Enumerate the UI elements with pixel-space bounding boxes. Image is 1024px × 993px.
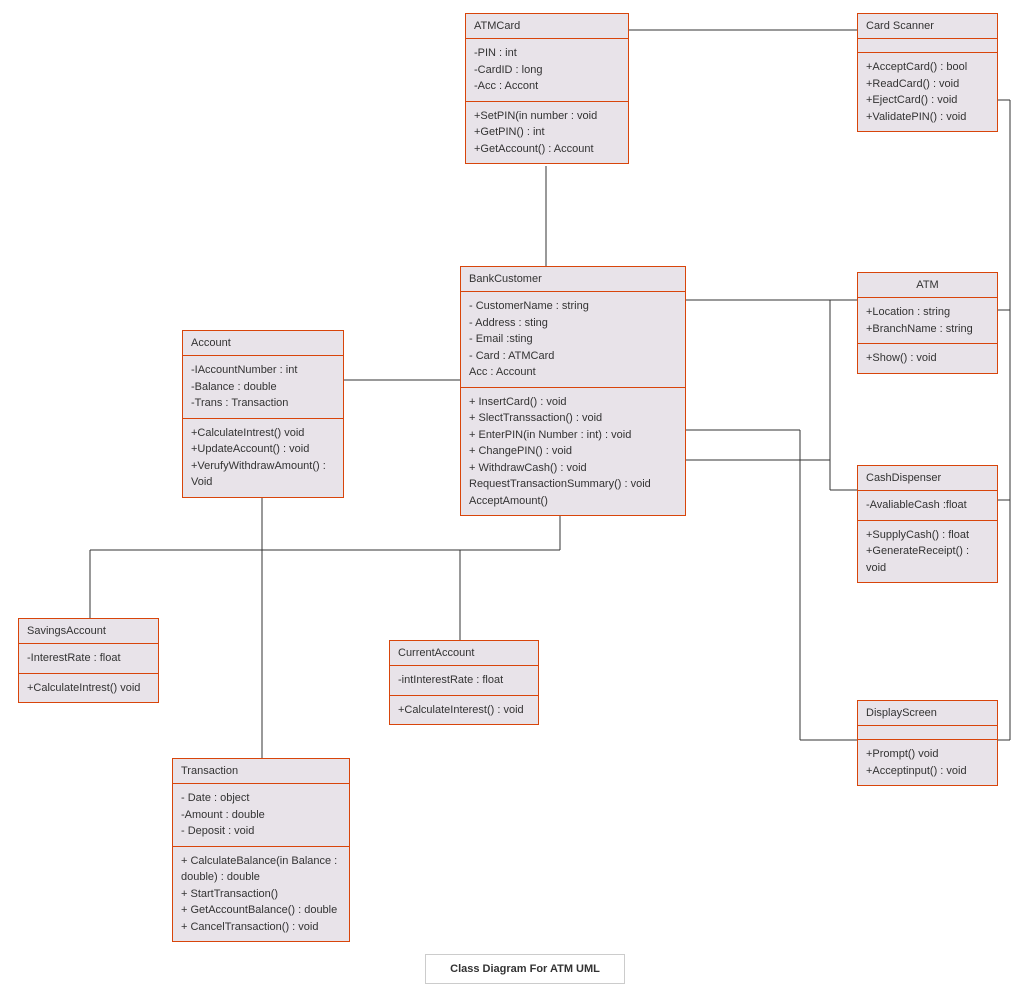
class-savingsaccount[interactable]: SavingsAccount -InterestRate : float +Ca…: [18, 618, 159, 703]
class-title: Card Scanner: [858, 14, 997, 39]
class-operations: +Prompt() void+Acceptinput() : void: [858, 740, 997, 785]
class-attributes: - CustomerName : string- Address : sting…: [461, 292, 685, 388]
class-title: CurrentAccount: [390, 641, 538, 666]
class-attributes: -InterestRate : float: [19, 644, 158, 674]
class-operations: + CalculateBalance(in Balance : double) …: [173, 847, 349, 942]
class-account[interactable]: Account -IAccountNumber : int-Balance : …: [182, 330, 344, 498]
class-atm[interactable]: ATM +Location : string+BranchName : stri…: [857, 272, 998, 374]
class-operations: +CalculateInterest() : void: [390, 696, 538, 725]
class-attributes: -IAccountNumber : int-Balance : double-T…: [183, 356, 343, 419]
diagram-canvas: ATMCard -PIN : int-CardID : long-Acc : A…: [0, 0, 1024, 993]
class-cashdispenser[interactable]: CashDispenser -AvaliableCash :float +Sup…: [857, 465, 998, 583]
class-bankcustomer[interactable]: BankCustomer - CustomerName : string- Ad…: [460, 266, 686, 516]
class-displayscreen[interactable]: DisplayScreen +Prompt() void+Acceptinput…: [857, 700, 998, 786]
class-title: Account: [183, 331, 343, 356]
class-cardscanner[interactable]: Card Scanner +AcceptCard() : bool+ReadCa…: [857, 13, 998, 132]
class-attributes: - Date : object-Amount : double- Deposit…: [173, 784, 349, 847]
class-atmcard[interactable]: ATMCard -PIN : int-CardID : long-Acc : A…: [465, 13, 629, 164]
diagram-caption: Class Diagram For ATM UML: [425, 954, 625, 984]
class-title: BankCustomer: [461, 267, 685, 292]
class-attributes: [858, 726, 997, 740]
class-title: ATMCard: [466, 14, 628, 39]
class-operations: +AcceptCard() : bool+ReadCard() : void+E…: [858, 53, 997, 131]
class-attributes: [858, 39, 997, 53]
class-operations: +Show() : void: [858, 344, 997, 373]
class-operations: + InsertCard() : void+ SlectTranssaction…: [461, 388, 685, 516]
class-title: SavingsAccount: [19, 619, 158, 644]
class-attributes: +Location : string+BranchName : string: [858, 298, 997, 344]
class-attributes: -PIN : int-CardID : long-Acc : Accont: [466, 39, 628, 102]
class-attributes: -AvaliableCash :float: [858, 491, 997, 521]
class-operations: +SetPIN(in number : void+GetPIN() : int+…: [466, 102, 628, 164]
class-attributes: -intInterestRate : float: [390, 666, 538, 696]
class-currentaccount[interactable]: CurrentAccount -intInterestRate : float …: [389, 640, 539, 725]
class-operations: +CalculateIntrest() void: [19, 674, 158, 703]
class-title: DisplayScreen: [858, 701, 997, 726]
class-transaction[interactable]: Transaction - Date : object-Amount : dou…: [172, 758, 350, 942]
class-operations: +SupplyCash() : float+GenerateReceipt() …: [858, 521, 997, 583]
class-operations: +CalculateIntrest() void+UpdateAccount()…: [183, 419, 343, 497]
class-title: Transaction: [173, 759, 349, 784]
class-title: CashDispenser: [858, 466, 997, 491]
class-title: ATM: [858, 273, 997, 298]
